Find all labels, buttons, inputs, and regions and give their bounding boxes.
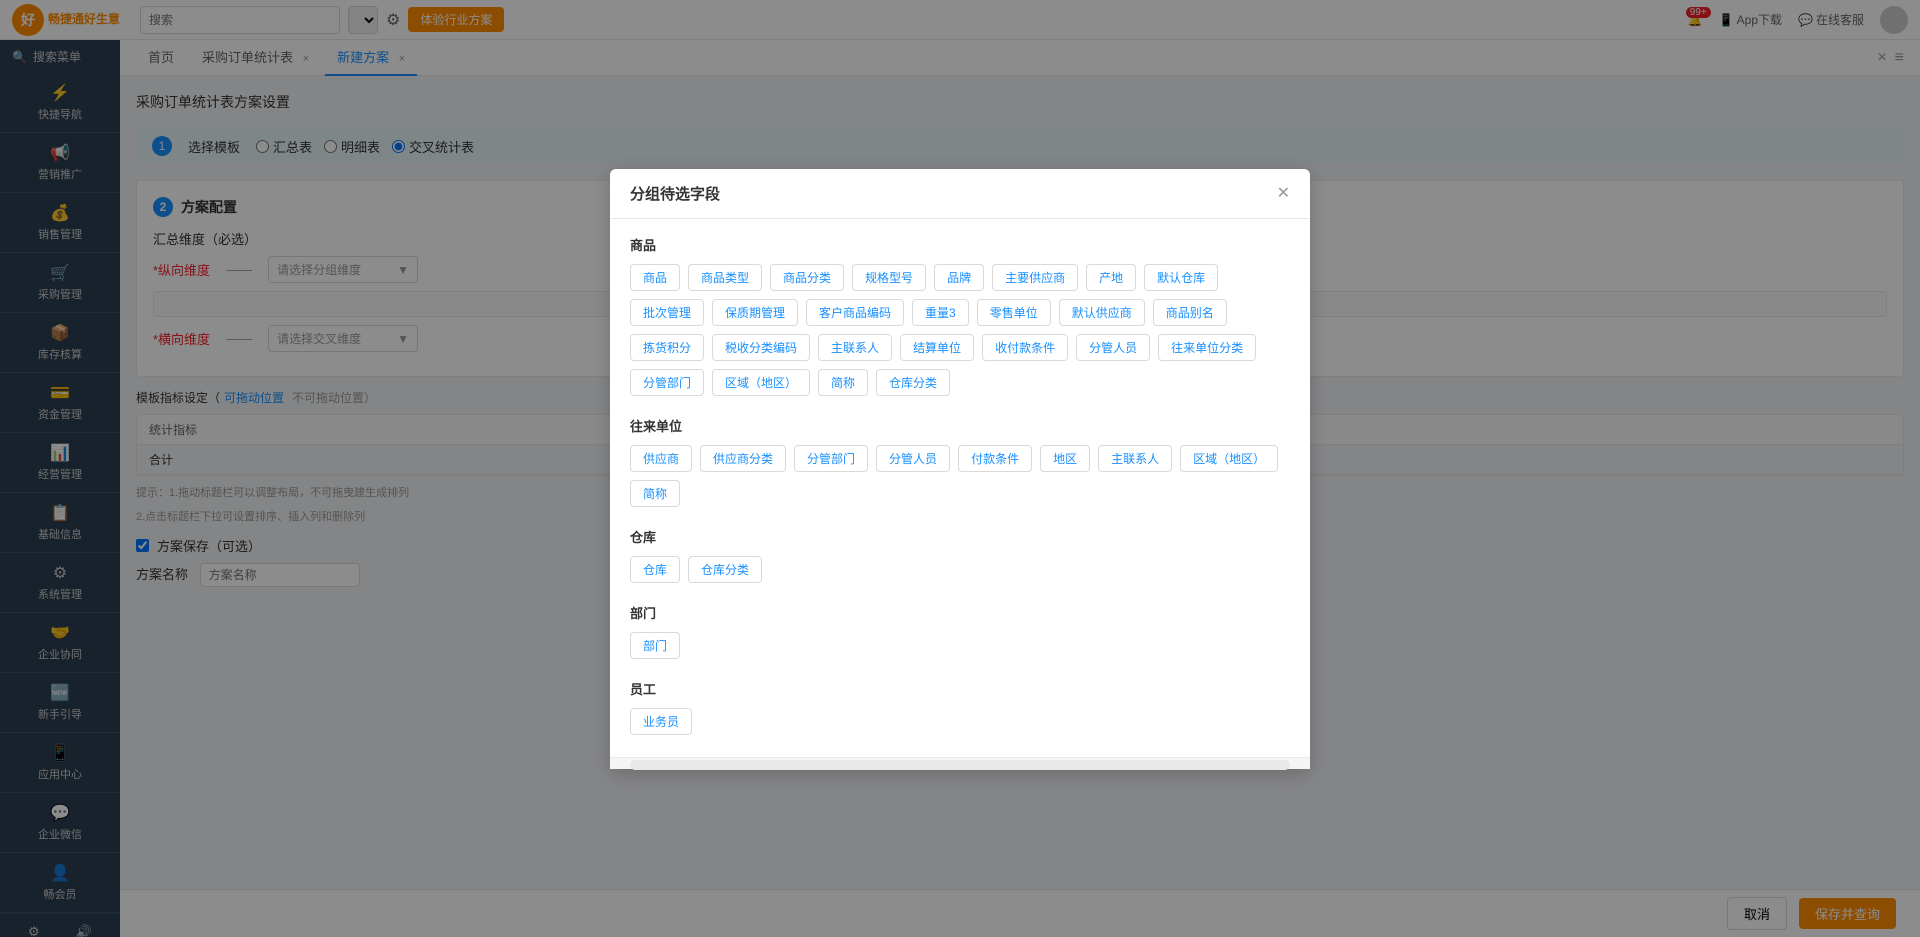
field-chip[interactable]: 简称: [818, 369, 868, 396]
modal-overlay: 分组待选字段 ✕ 商品商品商品类型商品分类规格型号品牌主要供应商产地默认仓库批次…: [0, 0, 1920, 937]
field-chip[interactable]: 收付款条件: [982, 334, 1068, 361]
field-chip[interactable]: 零售单位: [977, 299, 1051, 326]
field-chip[interactable]: 供应商分类: [700, 445, 786, 472]
field-chip[interactable]: 地区: [1040, 445, 1090, 472]
field-chips-partner: 供应商供应商分类分管部门分管人员付款条件地区主联系人区域（地区） 简称: [630, 445, 1290, 507]
modal-header: 分组待选字段 ✕: [610, 169, 1310, 219]
field-chip[interactable]: 区域（地区）: [1180, 445, 1278, 472]
field-chip[interactable]: 规格型号: [852, 264, 926, 291]
field-section-employee: 员工业务员: [630, 679, 1290, 735]
modal-title: 分组待选字段: [630, 183, 720, 204]
field-chip[interactable]: 商品: [630, 264, 680, 291]
field-chip[interactable]: 往来单位分类: [1158, 334, 1256, 361]
field-chip[interactable]: 主要供应商: [992, 264, 1078, 291]
field-chip[interactable]: 部门: [630, 632, 680, 659]
field-chip[interactable]: 默认供应商: [1059, 299, 1145, 326]
field-chips-employee: 业务员: [630, 708, 1290, 735]
field-chip[interactable]: 商品分类: [770, 264, 844, 291]
field-chip[interactable]: 分管部门: [630, 369, 704, 396]
field-chip[interactable]: 主联系人: [1098, 445, 1172, 472]
field-chip[interactable]: 仓库分类: [688, 556, 762, 583]
field-section-department: 部门部门: [630, 603, 1290, 659]
field-chip[interactable]: 重量3: [912, 299, 969, 326]
field-chips-warehouse: 仓库仓库分类: [630, 556, 1290, 583]
field-chip[interactable]: 客户商品编码: [806, 299, 904, 326]
modal-body: 商品商品商品类型商品分类规格型号品牌主要供应商产地默认仓库批次管理保质期管理客户…: [610, 219, 1310, 757]
field-chip[interactable]: 保质期管理: [712, 299, 798, 326]
field-chip[interactable]: 仓库分类: [876, 369, 950, 396]
field-chip[interactable]: 产地: [1086, 264, 1136, 291]
field-chip[interactable]: 仓库: [630, 556, 680, 583]
field-chip[interactable]: 默认仓库: [1144, 264, 1218, 291]
field-chip[interactable]: 分管人员: [1076, 334, 1150, 361]
field-section-title-partner: 往来单位: [630, 416, 1290, 435]
field-section-partner: 往来单位供应商供应商分类分管部门分管人员付款条件地区主联系人区域（地区） 简称: [630, 416, 1290, 507]
field-chip[interactable]: 结算单位: [900, 334, 974, 361]
modal-close-button[interactable]: ✕: [1277, 183, 1290, 203]
field-section-title-goods: 商品: [630, 235, 1290, 254]
field-chips-goods: 商品商品类型商品分类规格型号品牌主要供应商产地默认仓库批次管理保质期管理客户商品…: [630, 264, 1290, 396]
field-chip[interactable]: 分管部门: [794, 445, 868, 472]
modal-bottom-bar: [610, 757, 1310, 769]
field-chip[interactable]: 税收分类编码: [712, 334, 810, 361]
field-chip[interactable]: 区域（地区）: [712, 369, 810, 396]
field-chip[interactable]: 批次管理: [630, 299, 704, 326]
field-chip[interactable]: 商品类型: [688, 264, 762, 291]
field-chip[interactable]: 付款条件: [958, 445, 1032, 472]
field-chip[interactable]: 供应商: [630, 445, 692, 472]
field-chip[interactable]: 拣货积分: [630, 334, 704, 361]
field-select-modal: 分组待选字段 ✕ 商品商品商品类型商品分类规格型号品牌主要供应商产地默认仓库批次…: [610, 169, 1310, 769]
field-chip[interactable]: 品牌: [934, 264, 984, 291]
field-section-title-warehouse: 仓库: [630, 527, 1290, 546]
field-chips-department: 部门: [630, 632, 1290, 659]
field-section-warehouse: 仓库仓库仓库分类: [630, 527, 1290, 583]
field-section-goods: 商品商品商品类型商品分类规格型号品牌主要供应商产地默认仓库批次管理保质期管理客户…: [630, 235, 1290, 396]
field-chip[interactable]: 业务员: [630, 708, 692, 735]
field-chip[interactable]: 主联系人: [818, 334, 892, 361]
modal-scrollbar-x[interactable]: [630, 760, 1290, 770]
field-chip[interactable]: 分管人员: [876, 445, 950, 472]
field-chip[interactable]: 商品别名: [1153, 299, 1227, 326]
field-chip[interactable]: 简称: [630, 480, 680, 507]
field-section-title-employee: 员工: [630, 679, 1290, 698]
field-section-title-department: 部门: [630, 603, 1290, 622]
